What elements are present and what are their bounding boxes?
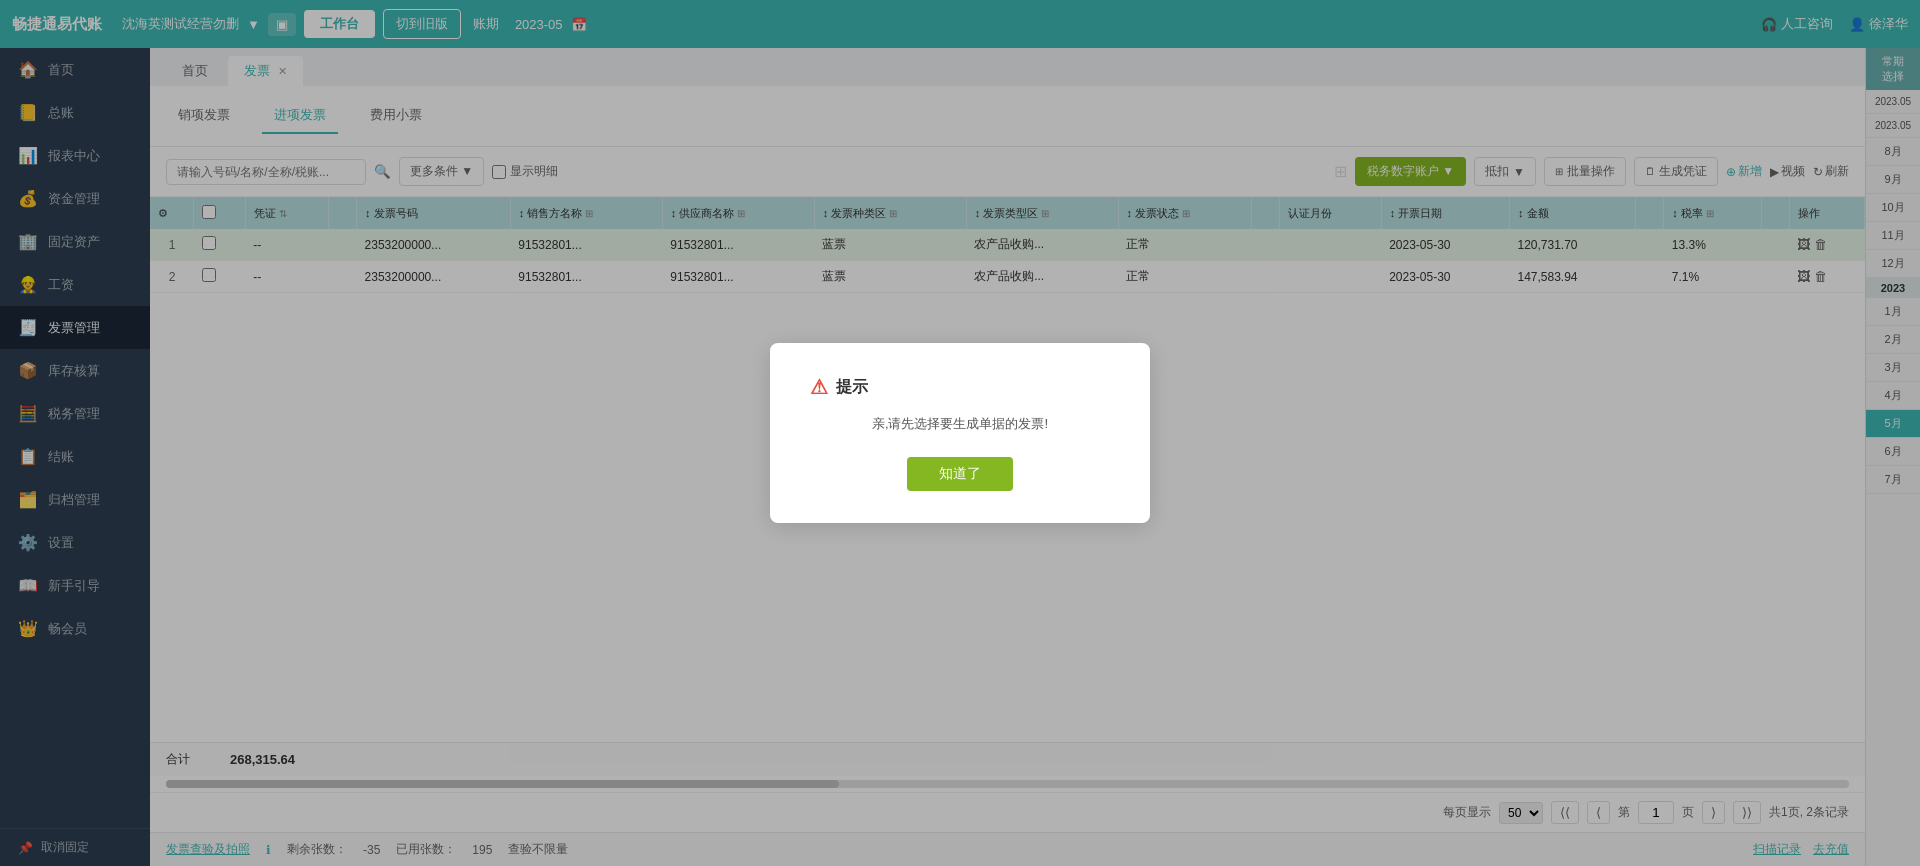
modal-overlay: ⚠ 提示 亲,请先选择要生成单据的发票! 知道了	[0, 0, 1920, 866]
modal-ok-button[interactable]: 知道了	[907, 457, 1013, 491]
modal-title: ⚠ 提示	[810, 375, 1110, 399]
modal-warning-icon: ⚠	[810, 375, 828, 399]
modal-message: 亲,请先选择要生成单据的发票!	[810, 415, 1110, 433]
modal-dialog: ⚠ 提示 亲,请先选择要生成单据的发票! 知道了	[770, 343, 1150, 523]
